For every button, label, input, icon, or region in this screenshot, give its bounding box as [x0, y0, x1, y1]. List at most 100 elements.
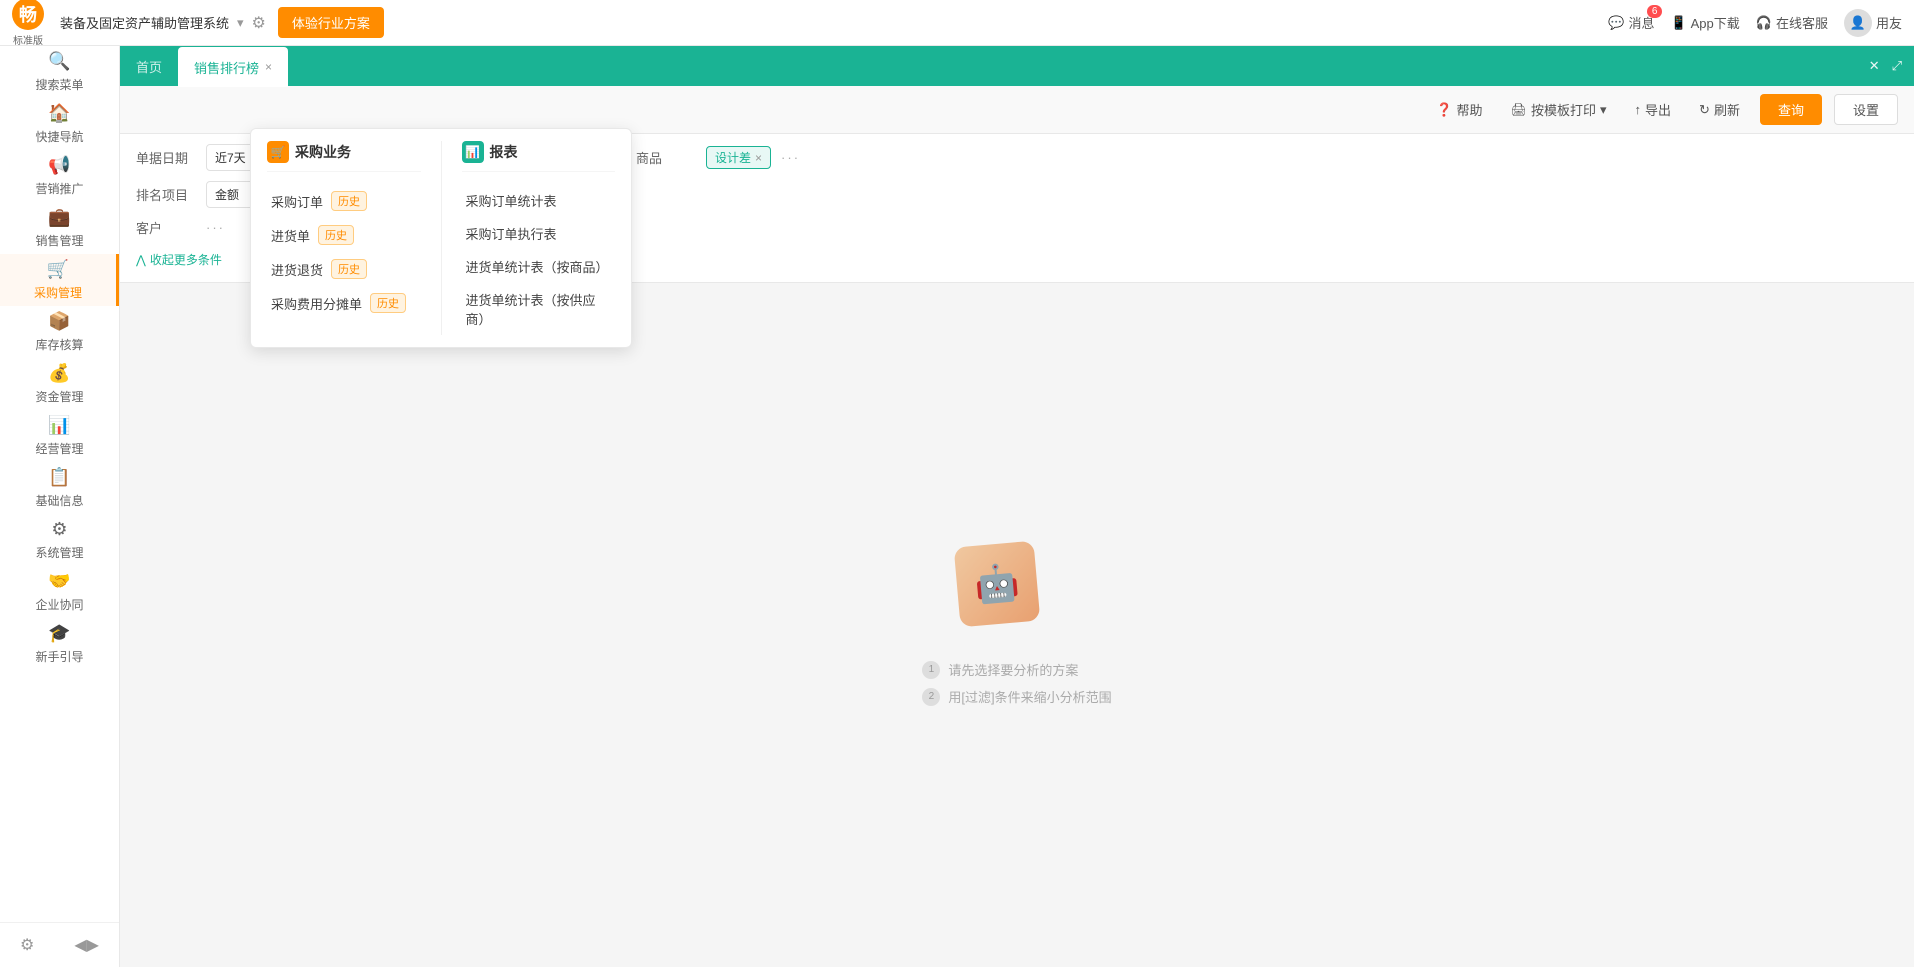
tab-close-window[interactable]: ✕: [1869, 58, 1880, 74]
date-label: 单据日期: [136, 148, 196, 167]
sidebar: 🔍 搜索菜单 🏠 快捷导航 📢 营销推广 💼 销售管理 🛒 采购管理 📦: [0, 46, 120, 967]
menu-item-purchase-order-stats[interactable]: 采购订单统计表: [462, 184, 616, 217]
message-icon: 💬: [1608, 15, 1624, 31]
history-badge-1: 历史: [318, 225, 354, 245]
sidebar-item-enterprise[interactable]: 🤝 企业协同: [0, 566, 119, 618]
menu-section-report: 📊 报表 采购订单统计表 采购订单执行表 进货单统计表（按商品） 进货单统计表（…: [446, 141, 632, 335]
sidebar-item-purchase[interactable]: 🛒 采购管理: [0, 254, 119, 306]
step-2-circle: 2: [922, 688, 940, 706]
sidebar-item-inventory[interactable]: 📦 库存核算: [0, 306, 119, 358]
menu-item-purchase-order[interactable]: 采购订单 历史: [267, 184, 421, 218]
empty-state: 🤖 1 请先选择要分析的方案 2 用[过滤]条件来缩小分析范围: [120, 283, 1914, 967]
menu-item-inbound-stats-supplier[interactable]: 进货单统计表（按供应商）: [462, 283, 616, 335]
menu-section-title-report: 📊 报表: [462, 141, 616, 172]
customer-more-dots[interactable]: ···: [206, 220, 225, 235]
menu-item-purchase-expense[interactable]: 采购费用分摊单 历史: [267, 286, 421, 320]
sidebar-item-finance[interactable]: 💰 资金管理: [0, 358, 119, 410]
print-button[interactable]: 🖨 按模板打印 ▾: [1502, 96, 1614, 123]
marketing-icon: 📢: [48, 155, 70, 176]
user-menu-button[interactable]: 👤 用友: [1844, 9, 1902, 37]
enterprise-icon: 🤝: [48, 571, 70, 592]
top-bar: 畅 标准版 装备及固定资产辅助管理系统 ▾ ⚙ 体验行业方案 💬 消息 6 📱 …: [0, 0, 1914, 46]
phone-icon: 📱: [1670, 15, 1686, 31]
online-service-button[interactable]: 🎧 在线客服: [1756, 13, 1828, 32]
goods-tag[interactable]: 设计差 ×: [706, 146, 771, 169]
system-title: 装备及固定资产辅助管理系统: [60, 13, 229, 32]
history-badge-3: 历史: [370, 293, 406, 313]
headset-icon: 🎧: [1756, 15, 1772, 31]
query-button[interactable]: 查询: [1760, 94, 1822, 125]
tab-expand-icon[interactable]: ⤢: [1892, 58, 1902, 74]
guide-icon: 🎓: [48, 623, 70, 644]
sidebar-item-basic-info[interactable]: 📋 基础信息: [0, 462, 119, 514]
main-area: 🔍 搜索菜单 🏠 快捷导航 📢 营销推广 💼 销售管理 🛒 采购管理 📦: [0, 46, 1914, 967]
inventory-icon: 📦: [48, 311, 70, 332]
logo-icon: 畅: [12, 0, 44, 30]
robot-icon: 🤖: [954, 541, 1041, 628]
system-icon: ⚙: [51, 519, 67, 540]
goods-more-dots[interactable]: ···: [781, 150, 800, 165]
help-button[interactable]: ❓ 帮助: [1428, 96, 1490, 123]
operations-icon: 📊: [48, 415, 70, 436]
content-area: 首页 销售排行榜 × ✕ ⤢ ❓ 帮助 🖨 按模板: [120, 46, 1914, 967]
empty-step-2: 2 用[过滤]条件来缩小分析范围: [922, 687, 1111, 706]
dropdown-menu: 🛒 采购业务 采购订单 历史 进货单 历史 进货退货 历史: [250, 128, 632, 348]
tab-sales-rank[interactable]: 销售排行榜 ×: [178, 47, 288, 87]
tab-actions: ✕ ⤢: [1869, 58, 1914, 74]
menu-item-inbound[interactable]: 进货单 历史: [267, 218, 421, 252]
goods-tag-close-icon[interactable]: ×: [755, 151, 762, 165]
top-right-actions: 💬 消息 6 📱 App下载 🎧 在线客服 👤 用友: [1608, 9, 1902, 37]
collapse-icon: ⋀: [136, 253, 146, 267]
purchase-icon: 🛒: [47, 259, 69, 280]
help-icon: ❓: [1436, 102, 1452, 118]
sidebar-item-quick-nav[interactable]: 🏠 快捷导航: [0, 98, 119, 150]
app-download-button[interactable]: 📱 App下载: [1670, 13, 1739, 32]
menu-item-inbound-stats-goods[interactable]: 进货单统计表（按商品）: [462, 250, 616, 283]
report-menu-icon: 📊: [462, 141, 484, 163]
sidebar-item-sales[interactable]: 💼 销售管理: [0, 202, 119, 254]
industry-button[interactable]: 体验行业方案: [278, 7, 384, 38]
rank-label: 排名项目: [136, 185, 196, 204]
sidebar-item-system[interactable]: ⚙ 系统管理: [0, 514, 119, 566]
empty-step-1: 1 请先选择要分析的方案: [922, 660, 1111, 679]
sidebar-item-operations[interactable]: 📊 经营管理: [0, 410, 119, 462]
search-icon: 🔍: [48, 51, 70, 72]
toolbar: ❓ 帮助 🖨 按模板打印 ▾ ↑ 导出 ↻ 刷新 查询 设置: [120, 86, 1914, 134]
finance-icon: 💰: [48, 363, 70, 384]
logo-area: 畅 标准版: [12, 0, 44, 47]
sidebar-collapse-icon[interactable]: ◀▶: [66, 931, 107, 959]
purchase-menu-icon: 🛒: [267, 141, 289, 163]
print-icon: 🖨: [1510, 102, 1527, 118]
refresh-icon: ↻: [1699, 102, 1710, 118]
print-arrow-icon: ▾: [1600, 102, 1607, 118]
avatar: 👤: [1844, 9, 1872, 37]
sidebar-item-guide[interactable]: 🎓 新手引导: [0, 618, 119, 670]
empty-illustration: 🤖: [957, 544, 1077, 644]
sidebar-item-search[interactable]: 🔍 搜索菜单: [0, 46, 119, 98]
sales-icon: 💼: [48, 207, 70, 228]
app-container: 畅 标准版 装备及固定资产辅助管理系统 ▾ ⚙ 体验行业方案 💬 消息 6 📱 …: [0, 0, 1914, 967]
setup-button[interactable]: 设置: [1834, 94, 1898, 125]
home-icon: 🏠: [48, 103, 70, 124]
logo-text: 标准版: [13, 32, 43, 47]
empty-text: 1 请先选择要分析的方案 2 用[过滤]条件来缩小分析范围: [922, 660, 1111, 706]
sidebar-settings-icon[interactable]: ⚙: [12, 931, 42, 959]
message-badge: 6: [1647, 5, 1663, 18]
sidebar-bottom: ⚙ ◀▶: [0, 922, 119, 967]
refresh-button[interactable]: ↻ 刷新: [1691, 96, 1748, 123]
tab-bar: 首页 销售排行榜 × ✕ ⤢: [120, 46, 1914, 86]
export-button[interactable]: ↑ 导出: [1627, 96, 1680, 123]
menu-item-purchase-order-exec[interactable]: 采购订单执行表: [462, 217, 616, 250]
history-badge-0: 历史: [331, 191, 367, 211]
tab-home[interactable]: 首页: [120, 46, 178, 86]
menu-divider: [441, 141, 442, 335]
messages-button[interactable]: 💬 消息 6: [1608, 13, 1654, 32]
dropdown-arrow-icon[interactable]: ▾: [237, 15, 244, 31]
menu-item-inbound-return[interactable]: 进货退货 历史: [267, 252, 421, 286]
menu-section-title-purchase: 🛒 采购业务: [267, 141, 421, 172]
tab-close-icon[interactable]: ×: [265, 60, 272, 74]
sidebar-item-marketing[interactable]: 📢 营销推广: [0, 150, 119, 202]
export-icon: ↑: [1635, 102, 1642, 117]
customer-label: 客户: [136, 218, 196, 237]
settings-icon[interactable]: ⚙: [252, 13, 266, 33]
